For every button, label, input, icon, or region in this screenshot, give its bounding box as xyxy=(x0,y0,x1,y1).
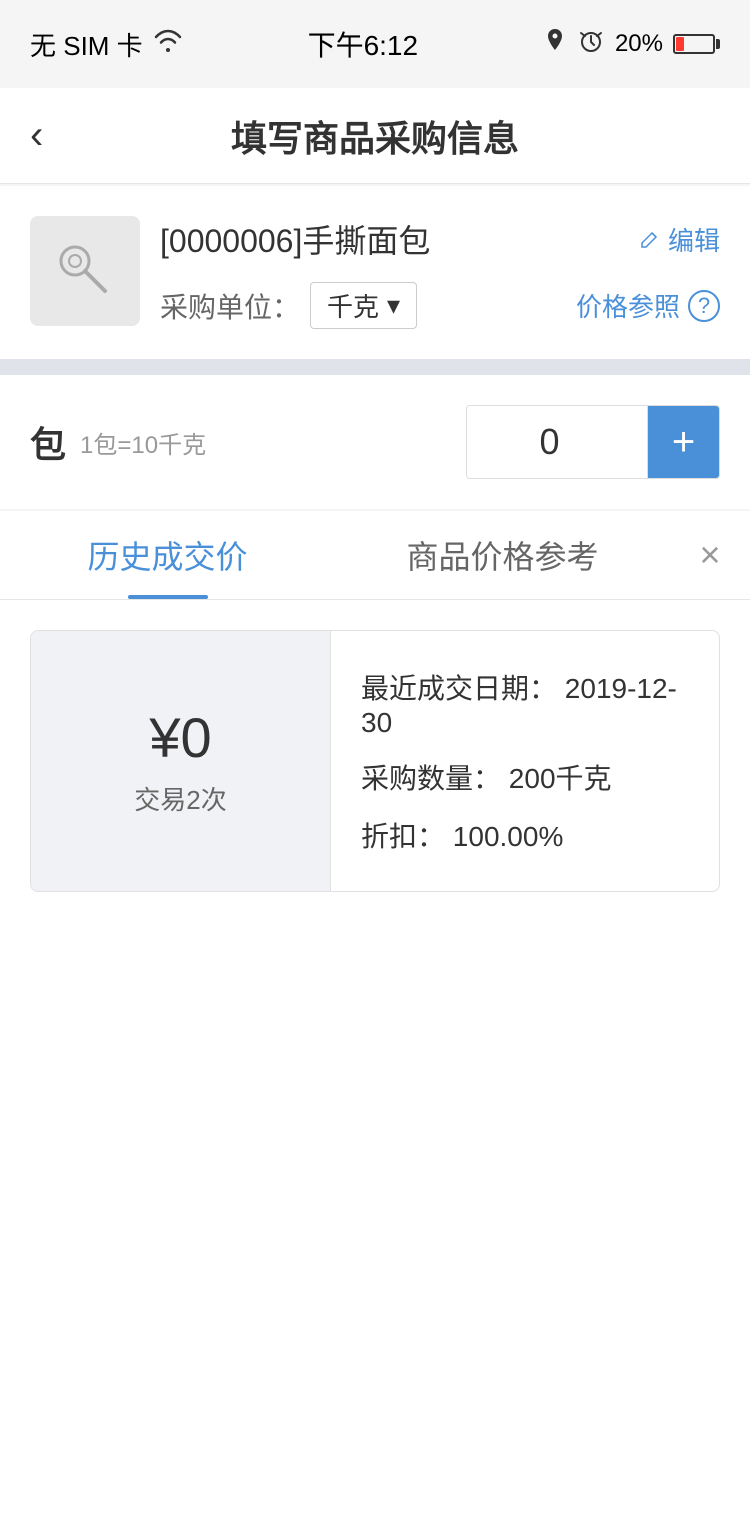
unit-label: 采购单位： 千克 ▾ xyxy=(160,282,417,329)
product-unit-row: 采购单位： 千克 ▾ 价格参照 ? xyxy=(160,282,720,329)
transaction-card: ¥0 交易2次 最近成交日期： 2019-12-30 采购数量： 200千克 折… xyxy=(30,630,720,892)
page-title: 填写商品采购信息 xyxy=(231,110,519,162)
status-right: 20% xyxy=(543,27,720,62)
tab-history-price[interactable]: 历史成交价 xyxy=(0,511,335,599)
tx-qty-row: 采购数量： 200千克 xyxy=(361,757,689,797)
qty-unit-big: 包 xyxy=(30,416,66,468)
unit-label-text: 采购单位： xyxy=(160,286,300,326)
tx-discount-label: 折扣： xyxy=(361,821,445,852)
battery-icon xyxy=(673,34,720,54)
status-left: 无 SIM 卡 xyxy=(30,26,183,63)
quantity-row: 包 1包=10千克 + xyxy=(0,375,750,509)
tx-right: 最近成交日期： 2019-12-30 采购数量： 200千克 折扣： 100.0… xyxy=(331,631,719,891)
tab-price-ref-label: 商品价格参考 xyxy=(406,532,598,578)
tx-date-row: 最近成交日期： 2019-12-30 xyxy=(361,667,689,739)
edit-label: 编辑 xyxy=(668,221,720,258)
wifi-icon xyxy=(153,29,183,60)
unit-select[interactable]: 千克 ▾ xyxy=(310,282,417,329)
location-icon xyxy=(543,27,567,62)
tx-qty-value: 200千克 xyxy=(509,763,612,794)
qty-label: 包 1包=10千克 xyxy=(30,416,206,468)
qty-input[interactable] xyxy=(467,406,647,478)
tx-count: 交易2次 xyxy=(134,780,226,817)
unit-value: 千克 xyxy=(327,287,379,324)
tx-discount-row: 折扣： 100.00% xyxy=(361,815,689,855)
price-ref-button[interactable]: 价格参照 ? xyxy=(576,287,720,324)
product-name: [0000006]手撕面包 xyxy=(160,216,430,262)
back-button[interactable]: ‹ xyxy=(30,113,43,158)
product-thumbnail xyxy=(30,216,140,326)
battery-percentage: 20% xyxy=(615,30,663,58)
tab-price-ref[interactable]: 商品价格参考 xyxy=(335,511,670,599)
tabs-section: 历史成交价 商品价格参考 × ¥0 交易2次 最近成交日期： 2019-12-3… xyxy=(0,511,750,922)
transaction-list: ¥0 交易2次 最近成交日期： 2019-12-30 采购数量： 200千克 折… xyxy=(0,600,750,922)
tx-left: ¥0 交易2次 xyxy=(31,631,331,891)
time-display: 下午6:12 xyxy=(308,24,419,64)
dropdown-arrow-icon: ▾ xyxy=(387,290,400,321)
divider xyxy=(0,359,750,375)
product-info: [0000006]手撕面包 编辑 采购单位： 千克 ▾ 价格参照 ? xyxy=(160,216,720,329)
tx-date-label: 最近成交日期： xyxy=(361,673,557,704)
tx-discount-value: 100.00% xyxy=(453,821,564,852)
nav-bar: ‹ 填写商品采购信息 xyxy=(0,88,750,184)
tx-qty-label: 采购数量： xyxy=(361,763,501,794)
tabs-header: 历史成交价 商品价格参考 × xyxy=(0,511,750,600)
qty-plus-button[interactable]: + xyxy=(647,406,719,478)
tab-history-label: 历史成交价 xyxy=(87,532,247,578)
alarm-icon xyxy=(577,27,605,62)
qty-input-group: + xyxy=(466,405,720,479)
price-ref-label: 价格参照 xyxy=(576,287,680,324)
product-header: [0000006]手撕面包 编辑 xyxy=(160,216,720,262)
question-icon: ? xyxy=(688,290,720,322)
product-card: [0000006]手撕面包 编辑 采购单位： 千克 ▾ 价格参照 ? xyxy=(0,186,750,359)
edit-button[interactable]: 编辑 xyxy=(638,221,720,258)
content-background xyxy=(0,922,750,1522)
carrier-text: 无 SIM 卡 xyxy=(30,26,143,63)
status-bar: 无 SIM 卡 下午6:12 20% xyxy=(0,0,750,88)
qty-unit-small: 1包=10千克 xyxy=(80,425,206,460)
tab-close-button[interactable]: × xyxy=(670,511,750,599)
tx-price: ¥0 xyxy=(149,705,211,770)
